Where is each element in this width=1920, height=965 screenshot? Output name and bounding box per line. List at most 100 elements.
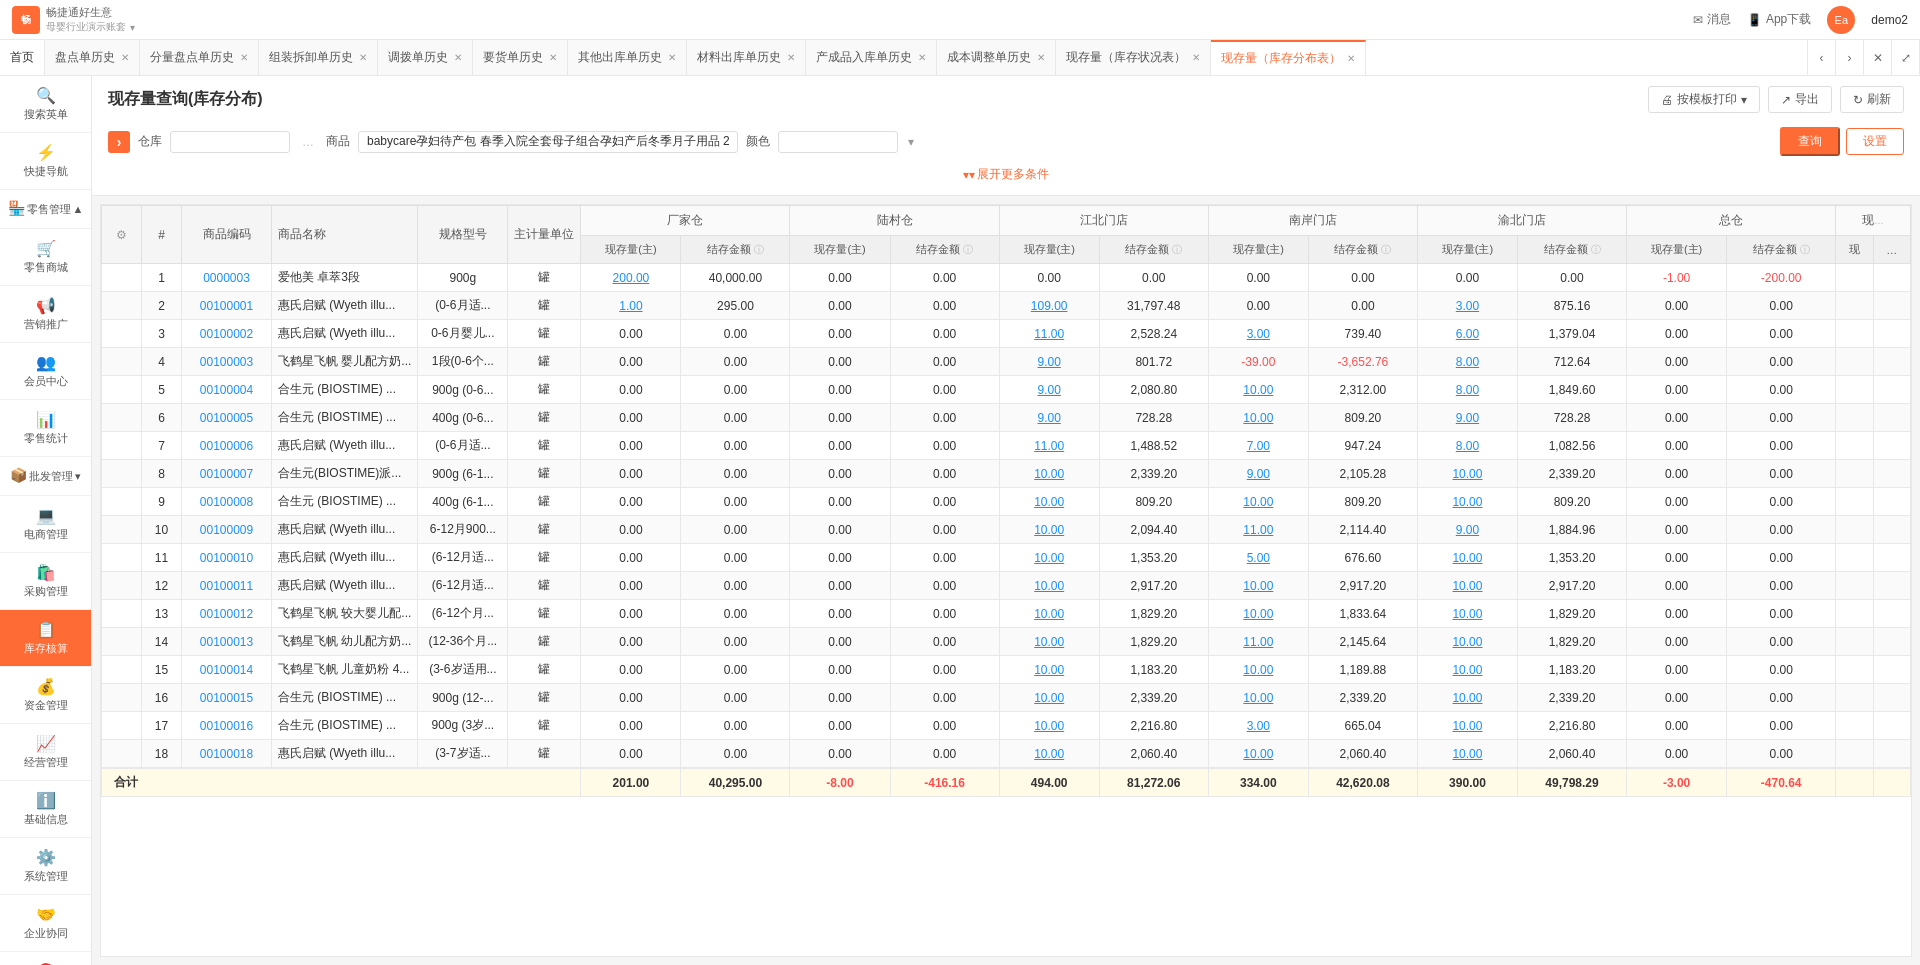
tab-expand[interactable]: ⤢ xyxy=(1892,40,1920,76)
ecommerce-icon: 💻 xyxy=(6,506,85,525)
tab-cost-adjust[interactable]: 成本调整单历史 ✕ xyxy=(937,40,1056,76)
tab-stock-dist[interactable]: 现存量（库存分布表） ✕ xyxy=(1211,40,1366,76)
sidebar-item-guide[interactable]: 🎯 新手引导 xyxy=(0,952,91,965)
row-factory-stock: 0.00 xyxy=(581,572,681,600)
row-lv-balance: 0.00 xyxy=(890,264,999,292)
tab-home[interactable]: 首页 xyxy=(0,40,45,76)
info-icon-2[interactable]: ⓘ xyxy=(963,244,973,255)
tab-close-stock-table[interactable]: ✕ xyxy=(1192,52,1200,63)
tab-other-out[interactable]: 其他出库单历史 ✕ xyxy=(568,40,687,76)
sidebar-item-operation[interactable]: 📈 经营管理 xyxy=(0,724,91,781)
tab-close-product-in[interactable]: ✕ xyxy=(918,52,926,63)
row-extra2 xyxy=(1873,404,1910,432)
row-na-balance: 947.24 xyxy=(1308,432,1417,460)
warehouse-more-btn[interactable]: … xyxy=(298,135,318,149)
username[interactable]: demo2 xyxy=(1871,13,1908,27)
row-spec: (12-36个月... xyxy=(418,628,508,656)
sidebar-item-system[interactable]: ⚙️ 系统管理 xyxy=(0,838,91,895)
row-yb-stock: 10.00 xyxy=(1417,460,1517,488)
th-warehouse-more: 现… xyxy=(1836,206,1911,236)
sidebar-item-enterprise[interactable]: 🤝 企业协同 xyxy=(0,895,91,952)
sidebar-item-finance[interactable]: 💰 资金管理 xyxy=(0,667,91,724)
user-avatar[interactable]: Ea xyxy=(1827,6,1855,34)
tab-stock-table[interactable]: 现存量（库存状况表） ✕ xyxy=(1056,40,1211,76)
info-icon-5[interactable]: ⓘ xyxy=(1591,244,1601,255)
tab-close-split-count[interactable]: ✕ xyxy=(240,52,248,63)
tab-close-inventory-count[interactable]: ✕ xyxy=(121,52,129,63)
sidebar-item-basic[interactable]: ℹ️ 基础信息 xyxy=(0,781,91,838)
sidebar-item-search-hero[interactable]: 🔍 搜索英单 xyxy=(0,76,91,133)
row-index: 17 xyxy=(142,712,182,740)
tab-split-count[interactable]: 分量盘点单历史 ✕ xyxy=(140,40,259,76)
filter-toggle-btn[interactable]: › xyxy=(108,131,130,153)
print-btn[interactable]: 🖨 按模板打印 ▾ xyxy=(1648,86,1760,113)
sidebar-item-retail-stats[interactable]: 📊 零售统计 xyxy=(0,400,91,457)
export-btn[interactable]: ↗ 导出 xyxy=(1768,86,1832,113)
table-container[interactable]: ⚙ # 商品编码 商品名称 规格型号 主计量单位 厂家仓 陆村仓 江北门店 南岸… xyxy=(100,204,1912,957)
expand-conditions-btn[interactable]: ▾▾ 展开更多条件 xyxy=(963,166,1049,183)
tab-scroll-right[interactable]: › xyxy=(1836,40,1864,76)
info-icon-3[interactable]: ⓘ xyxy=(1172,244,1182,255)
tab-close-transfer[interactable]: ✕ xyxy=(454,52,462,63)
warehouse-input[interactable] xyxy=(170,131,290,153)
footer-na-stock: 334.00 xyxy=(1208,768,1308,797)
th-na-balance: 结存金额 ⓘ xyxy=(1308,236,1417,264)
tab-kit-disassemble[interactable]: 组装拆卸单历史 ✕ xyxy=(259,40,378,76)
sidebar-item-wholesale[interactable]: 📦 批发管理 ▾ xyxy=(0,457,91,496)
tab-close-purchase-order[interactable]: ✕ xyxy=(549,52,557,63)
row-factory-balance: 0.00 xyxy=(681,628,790,656)
tab-close-stock-dist[interactable]: ✕ xyxy=(1347,53,1355,64)
sidebar-item-ecommerce[interactable]: 💻 电商管理 xyxy=(0,496,91,553)
row-lv-balance: 0.00 xyxy=(890,376,999,404)
info-icon-1[interactable]: ⓘ xyxy=(754,244,764,255)
tab-scroll-left[interactable]: ‹ xyxy=(1808,40,1836,76)
app-download-btn[interactable]: 📱 App下载 xyxy=(1747,11,1811,28)
settings-btn[interactable]: 设置 xyxy=(1846,128,1904,155)
sidebar-item-marketing[interactable]: 📢 营销推广 xyxy=(0,286,91,343)
row-spec: 900g (0-6... xyxy=(418,376,508,404)
row-factory-stock: 0.00 xyxy=(581,544,681,572)
refresh-btn[interactable]: ↻ 刷新 xyxy=(1840,86,1904,113)
dropdown-chevron-icon[interactable]: ▾ xyxy=(130,22,135,33)
table-row: 12 00100011 惠氏启赋 (Wyeth illu... (6-12月适.… xyxy=(102,572,1911,600)
tab-inventory-count[interactable]: 盘点单历史 ✕ xyxy=(45,40,140,76)
th-settings[interactable]: ⚙ xyxy=(102,206,142,264)
search-btn[interactable]: 查询 xyxy=(1780,127,1840,156)
tab-close-material-out[interactable]: ✕ xyxy=(787,52,795,63)
row-na-balance: 2,060.40 xyxy=(1308,740,1417,769)
info-icon-4[interactable]: ⓘ xyxy=(1381,244,1391,255)
retail-icon: 🏪 xyxy=(8,200,25,216)
tab-product-in[interactable]: 产成品入库单历史 ✕ xyxy=(806,40,937,76)
row-unit: 罐 xyxy=(508,684,581,712)
sidebar-item-retail[interactable]: 🏪 零售管理 ▲ xyxy=(0,190,91,229)
tab-material-out[interactable]: 材料出库单历史 ✕ xyxy=(687,40,806,76)
tab-close-cost-adjust[interactable]: ✕ xyxy=(1037,52,1045,63)
table-row: 5 00100004 合生元 (BIOSTIME) ... 900g (0-6.… xyxy=(102,376,1911,404)
sidebar-item-purchase[interactable]: 🛍️ 采购管理 xyxy=(0,553,91,610)
data-table: ⚙ # 商品编码 商品名称 规格型号 主计量单位 厂家仓 陆村仓 江北门店 南岸… xyxy=(101,205,1911,797)
info-icon-6[interactable]: ⓘ xyxy=(1800,244,1810,255)
tab-close-kit[interactable]: ✕ xyxy=(359,52,367,63)
row-name: 飞鹤星飞帆 儿童奶粉 4... xyxy=(272,656,418,684)
message-btn[interactable]: ✉ 消息 xyxy=(1693,11,1731,28)
sidebar-item-quick-nav[interactable]: ⚡ 快捷导航 xyxy=(0,133,91,190)
row-factory-balance: 0.00 xyxy=(681,320,790,348)
row-jb-balance: 2,216.80 xyxy=(1099,712,1208,740)
tab-close-other-out[interactable]: ✕ xyxy=(668,52,676,63)
sidebar-item-retail-mall[interactable]: 🛒 零售商城 xyxy=(0,229,91,286)
row-na-balance: 1,189.88 xyxy=(1308,656,1417,684)
color-input[interactable] xyxy=(778,131,898,153)
tab-close-all[interactable]: ✕ xyxy=(1864,40,1892,76)
table-settings-icon[interactable]: ⚙ xyxy=(116,228,127,242)
row-total-balance: 0.00 xyxy=(1727,684,1836,712)
row-jb-stock: 109.00 xyxy=(999,292,1099,320)
row-lv-balance: 0.00 xyxy=(890,292,999,320)
footer-label: 合计 xyxy=(102,768,581,797)
sidebar-item-member[interactable]: 👥 会员中心 xyxy=(0,343,91,400)
tab-purchase-order[interactable]: 要货单历史 ✕ xyxy=(473,40,568,76)
tab-transfer[interactable]: 调拨单历史 ✕ xyxy=(378,40,473,76)
sidebar-item-inventory[interactable]: 📋 库存核算 xyxy=(0,610,91,667)
product-input[interactable] xyxy=(358,131,738,153)
row-index: 11 xyxy=(142,544,182,572)
row-yb-balance: 875.16 xyxy=(1518,292,1627,320)
